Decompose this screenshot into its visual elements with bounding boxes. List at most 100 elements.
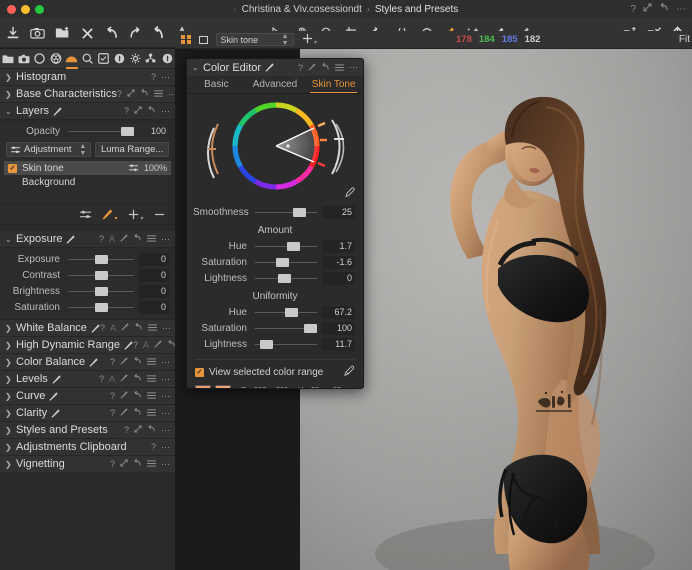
camera-icon[interactable]	[30, 26, 45, 40]
tool-tab-output[interactable]	[143, 49, 159, 69]
more-icon[interactable]: ⋯	[168, 89, 175, 100]
help-icon[interactable]: ?	[99, 374, 104, 384]
reset-icon[interactable]	[133, 390, 142, 401]
chevron-down-icon[interactable]: ⌄	[5, 235, 16, 244]
auto-adjust-icon[interactable]: A	[143, 340, 149, 350]
zoom-level-label[interactable]: Fit	[679, 34, 690, 45]
reset-icon[interactable]	[167, 339, 175, 350]
uniformity-saturation-value[interactable]: 100	[322, 321, 355, 335]
pencil-small-icon[interactable]	[120, 234, 128, 244]
tool-tab-adjustments[interactable]	[95, 49, 111, 69]
arrows-icon[interactable]	[127, 89, 135, 99]
chevron-down-icon[interactable]: ⌄	[192, 63, 203, 72]
slider-knob[interactable]	[277, 273, 291, 283]
menu-icon[interactable]	[148, 323, 157, 333]
tab-advanced[interactable]: Advanced	[246, 76, 305, 93]
pencil-small-icon[interactable]	[120, 357, 128, 367]
more-icon[interactable]: ⋯	[161, 459, 170, 470]
tool-tab-capture[interactable]	[16, 49, 32, 69]
tool-vignetting-header[interactable]: ❯ Vignetting ? ⋯	[0, 456, 175, 473]
layer-visibility-checkbox[interactable]: ✓	[8, 163, 17, 173]
auto-adjust-icon[interactable]: A	[109, 234, 115, 244]
reset-icon[interactable]	[133, 458, 142, 469]
slider-knob[interactable]	[95, 302, 108, 312]
menu-icon[interactable]	[147, 391, 156, 401]
menu-icon[interactable]	[147, 408, 156, 418]
reset-icon[interactable]	[147, 105, 156, 116]
maximize-window-button[interactable]	[35, 4, 44, 14]
layer-type-select[interactable]: Adjustment ▲ ▼	[6, 142, 92, 157]
layer-item-skin-tone[interactable]: ✓ Skin tone 100%	[4, 161, 171, 175]
help-icon[interactable]: ?	[298, 63, 303, 73]
reset-icon[interactable]	[321, 62, 330, 73]
chevron-right-icon[interactable]: ❯	[5, 73, 16, 82]
tool-tab-library[interactable]	[0, 49, 16, 69]
arrows-icon[interactable]	[134, 106, 142, 116]
window-controls[interactable]	[0, 4, 44, 14]
chevron-right-icon[interactable]: ❯	[5, 426, 16, 435]
uniformity-lightness-value[interactable]: 11.7	[322, 337, 355, 351]
help-icon[interactable]: ?	[110, 459, 115, 469]
more-icon[interactable]: ⋯	[161, 72, 170, 83]
help-icon[interactable]: ?	[124, 425, 129, 435]
help-icon[interactable]: ?	[630, 4, 636, 15]
slider-knob[interactable]	[259, 339, 273, 349]
menu-icon[interactable]	[147, 357, 156, 367]
help-icon[interactable]: ?	[117, 89, 122, 99]
reset-icon[interactable]	[134, 322, 143, 333]
stepper-icon[interactable]: ▲ ▼	[282, 33, 289, 47]
tool-tab-details[interactable]	[80, 49, 96, 69]
close-x-icon[interactable]	[81, 27, 94, 40]
slider-knob[interactable]	[287, 241, 301, 251]
redo-icon[interactable]	[129, 26, 143, 40]
tool-styles-presets-header[interactable]: ❯ Styles and Presets ? ⋯	[0, 422, 175, 439]
slider-value[interactable]: 0	[139, 268, 169, 282]
more-icon[interactable]: ⋯	[161, 234, 170, 245]
tool-adjustments-clipboard-header[interactable]: ❯ Adjustments Clipboard ? ⋯	[0, 439, 175, 456]
more-icon[interactable]: ⋯	[349, 62, 358, 73]
pencil-icon[interactable]	[124, 340, 133, 350]
color-wheel-area[interactable]	[187, 94, 363, 204]
help-icon[interactable]: ?	[110, 357, 115, 367]
exposure-slider[interactable]	[68, 252, 134, 266]
redo-alt-icon[interactable]	[153, 26, 165, 40]
amount-saturation-slider[interactable]	[255, 255, 317, 269]
tool-tab-info[interactable]	[159, 49, 175, 69]
import-icon[interactable]	[6, 26, 20, 40]
uniformity-lightness-slider[interactable]	[255, 337, 317, 351]
tab-basic[interactable]: Basic	[187, 76, 246, 93]
tab-skin-tone[interactable]: Skin Tone	[304, 76, 363, 93]
chevron-down-icon[interactable]: ⌄	[5, 107, 16, 116]
chevron-right-icon[interactable]: ❯	[5, 409, 16, 418]
eyedropper-icon[interactable]	[343, 365, 355, 380]
menu-icon[interactable]	[154, 89, 163, 99]
smoothness-slider[interactable]	[255, 205, 317, 219]
slider-knob[interactable]	[95, 270, 108, 280]
menu-icon[interactable]	[147, 459, 156, 469]
auto-adjust-icon[interactable]: A	[110, 323, 116, 333]
tool-tab-metadata[interactable]	[127, 49, 143, 69]
more-icon[interactable]: ⋯	[161, 442, 170, 453]
layer-select-dropdown[interactable]: Skin tone ▲ ▼	[215, 33, 294, 47]
opacity-slider[interactable]	[68, 124, 134, 138]
tool-hdr-header[interactable]: ❯ High Dynamic Range ? A ⋯	[0, 337, 175, 354]
help-icon[interactable]: ?	[110, 408, 115, 418]
tool-curve-header[interactable]: ❯ Curve ? ⋯	[0, 388, 175, 405]
more-icon[interactable]: ⋯	[161, 391, 170, 402]
tool-clarity-header[interactable]: ❯ Clarity ? ⋯	[0, 405, 175, 422]
pencil-icon[interactable]	[51, 408, 60, 418]
tool-histogram-header[interactable]: ❯ Histogram ? ⋯	[0, 69, 175, 86]
slider-value[interactable]: 0	[139, 252, 169, 266]
brightness-slider[interactable]	[68, 284, 134, 298]
tool-white-balance-header[interactable]: ❯ White Balance ? A ⋯	[0, 320, 175, 337]
tool-tab-lens[interactable]	[32, 49, 48, 69]
slider-knob[interactable]	[303, 323, 317, 333]
chevron-right-icon[interactable]: ❯	[5, 341, 16, 350]
tool-color-balance-header[interactable]: ❯ Color Balance ? ⋯	[0, 354, 175, 371]
sliders-icon[interactable]	[80, 210, 91, 222]
tool-tab-local[interactable]	[111, 49, 127, 69]
slider-knob[interactable]	[121, 126, 134, 136]
pencil-icon[interactable]	[265, 63, 274, 72]
reset-icon[interactable]	[133, 233, 142, 244]
chevron-right-icon[interactable]: ❯	[5, 460, 16, 469]
